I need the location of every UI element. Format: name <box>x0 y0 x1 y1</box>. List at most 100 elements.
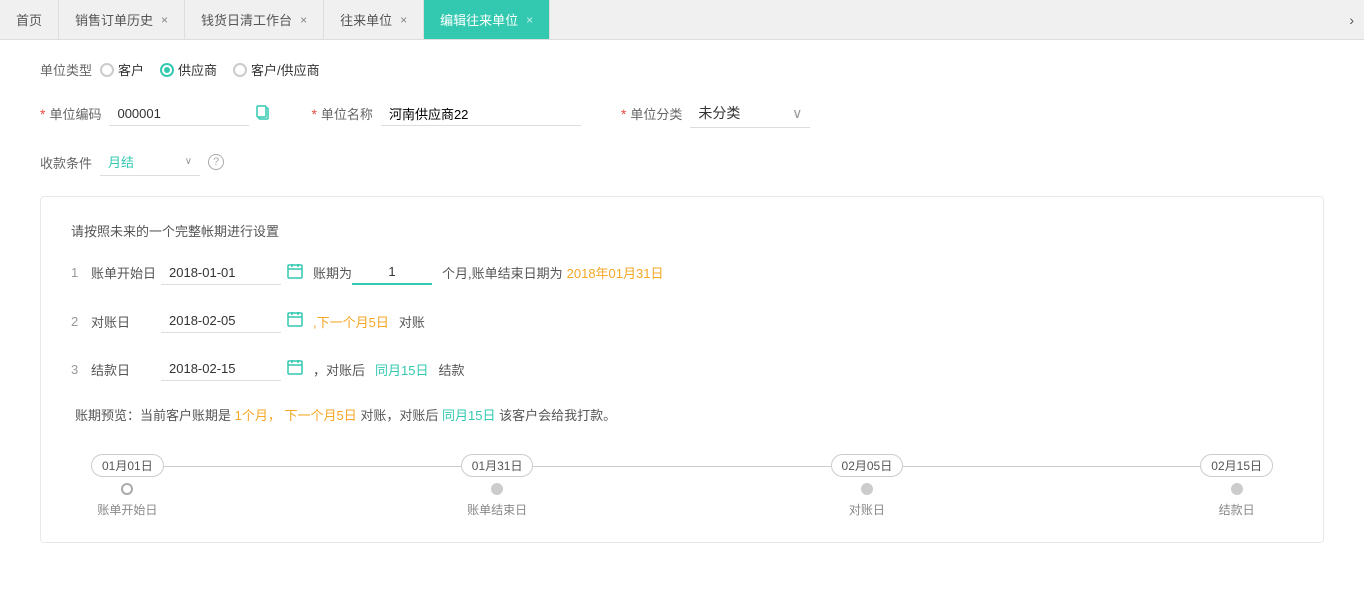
tab-home[interactable]: 首页 <box>0 0 59 39</box>
category-dropdown-icon: ∨ <box>792 105 802 122</box>
unit-code-label: 单位编码 <box>49 104 101 123</box>
tab-counterparty-close-icon[interactable]: × <box>400 13 407 27</box>
tab-sales-history[interactable]: 销售订单历史 × <box>59 0 185 39</box>
period-row-2: 2 对账日 ,下一个月5日 对账 <box>71 309 1293 333</box>
tab-bar: 首页 销售订单历史 × 钱货日清工作台 × 往来单位 × 编辑往来单位 × › <box>0 0 1364 40</box>
period-row-3-middle-orange: 同月15日 <box>375 360 428 379</box>
radio-supplier-circle <box>160 63 174 77</box>
unit-type-radio-group: 客户 供应商 客户/供应商 <box>100 60 320 79</box>
timeline-node-1-badge: 01月31日 <box>461 454 534 477</box>
timeline-node-0-badge: 01月01日 <box>91 454 164 477</box>
radio-customer[interactable]: 客户 <box>100 60 144 79</box>
account-start-date-input[interactable] <box>161 261 281 285</box>
period-row-3: 3 结款日 ，对账后 同月15日 结款 <box>71 357 1293 381</box>
unit-name-input[interactable] <box>381 102 581 126</box>
tab-counterparty-label: 往来单位 <box>340 10 392 29</box>
period-row-2-middle: ,下一个月5日 <box>313 312 389 331</box>
unit-name-required: * <box>311 106 316 122</box>
period-row-2-num: 2 <box>71 314 91 329</box>
copy-icon[interactable] <box>255 104 271 123</box>
period-box-title: 请按照未来的一个完整帐期进行设置 <box>71 221 1293 240</box>
timeline-node-3-dot <box>1231 483 1243 495</box>
tab-cash-work[interactable]: 钱货日清工作台 × <box>185 0 324 39</box>
unit-category-value: 未分类 <box>698 103 740 123</box>
unit-info-row: * 单位编码 * 单位名称 * 单位分类 未分类 ∨ <box>40 99 1324 128</box>
payment-date-input[interactable] <box>161 357 281 381</box>
tab-counterparty[interactable]: 往来单位 × <box>324 0 424 39</box>
unit-type-row: 单位类型 客户 供应商 客户/供应商 <box>40 60 1324 79</box>
timeline: 01月01日 账单开始日 01月31日 账单结束日 02月05日 对账日 02月… <box>71 454 1293 518</box>
preview-part1: 1个月， <box>235 408 281 423</box>
tab-sales-history-close-icon[interactable]: × <box>161 13 168 27</box>
unit-code-group: * 单位编码 <box>40 102 271 126</box>
period-row-1-num: 1 <box>71 265 91 280</box>
payment-terms-value: 月结 <box>108 152 134 171</box>
timeline-node-1-dot <box>491 483 503 495</box>
period-row-1-label: 账单开始日 <box>91 263 161 282</box>
reconciliation-date-input[interactable] <box>161 309 281 333</box>
tab-cash-work-close-icon[interactable]: × <box>300 13 307 27</box>
tab-cash-work-label: 钱货日清工作台 <box>201 10 292 29</box>
period-row-1-suffix-label: 账期为 <box>313 263 352 282</box>
payment-terms-select[interactable]: 月结 ∨ <box>100 148 200 176</box>
period-row-1-end-date: 2018年01月31日 <box>567 263 664 282</box>
period-row-1: 1 账单开始日 账期为 个月,账单结束日期为 2018年01月31日 <box>71 260 1293 285</box>
timeline-node-0-label: 账单开始日 <box>97 501 157 518</box>
main-content: 单位类型 客户 供应商 客户/供应商 * 单位编码 <box>0 40 1364 608</box>
timeline-node-1: 01月31日 账单结束日 <box>461 454 534 518</box>
payment-terms-label: 收款条件 <box>40 153 92 172</box>
tab-home-label: 首页 <box>16 10 42 29</box>
tab-more-button[interactable]: › <box>1339 0 1364 39</box>
preview-label: 账期预览：当前客户账期是 <box>75 408 231 423</box>
period-row-2-label: 对账日 <box>91 312 161 331</box>
preview-text: 账期预览：当前客户账期是 1个月， 下一个月5日 对账，对账后 同月15日 该客… <box>71 405 1293 424</box>
period-box: 请按照未来的一个完整帐期进行设置 1 账单开始日 账期为 个月,账单结束日期为 … <box>40 196 1324 543</box>
radio-supplier-label: 供应商 <box>178 60 217 79</box>
radio-both-circle <box>233 63 247 77</box>
tab-sales-history-label: 销售订单历史 <box>75 10 153 29</box>
payment-terms-row: 收款条件 月结 ∨ ? <box>40 148 1324 176</box>
radio-both-label: 客户/供应商 <box>251 60 320 79</box>
tab-edit-counterparty-label: 编辑往来单位 <box>440 10 518 29</box>
timeline-node-1-label: 账单结束日 <box>467 501 527 518</box>
radio-both[interactable]: 客户/供应商 <box>233 60 320 79</box>
timeline-node-3-label: 结款日 <box>1219 501 1255 518</box>
period-row-1-month-unit: 个月,账单结束日期为 <box>442 263 563 282</box>
tab-edit-counterparty[interactable]: 编辑往来单位 × <box>424 0 550 39</box>
unit-category-select[interactable]: 未分类 ∨ <box>690 99 810 128</box>
timeline-node-2-dot <box>861 483 873 495</box>
timeline-node-2-label: 对账日 <box>849 501 885 518</box>
preview-part3: 对账，对账后 <box>360 408 438 423</box>
timeline-node-0: 01月01日 账单开始日 <box>91 454 164 518</box>
tab-edit-counterparty-close-icon[interactable]: × <box>526 13 533 27</box>
account-start-date-calendar-icon[interactable] <box>287 263 303 283</box>
unit-category-group: * 单位分类 未分类 ∨ <box>621 99 810 128</box>
payment-date-calendar-icon[interactable] <box>287 359 303 379</box>
unit-name-label: 单位名称 <box>321 104 373 123</box>
reconciliation-date-calendar-icon[interactable] <box>287 311 303 331</box>
period-row-3-middle-prefix: ，对账后 <box>313 360 365 379</box>
radio-customer-label: 客户 <box>118 60 144 79</box>
radio-supplier[interactable]: 供应商 <box>160 60 217 79</box>
tab-more-icon: › <box>1349 12 1354 28</box>
timeline-node-2-badge: 02月05日 <box>831 454 904 477</box>
unit-code-required: * <box>40 106 45 122</box>
unit-category-label: 单位分类 <box>630 104 682 123</box>
period-row-3-num: 3 <box>71 362 91 377</box>
timeline-node-0-dot <box>121 483 133 495</box>
timeline-nodes: 01月01日 账单开始日 01月31日 账单结束日 02月05日 对账日 02月… <box>91 454 1273 518</box>
unit-type-label: 单位类型 <box>40 60 92 79</box>
payment-terms-dropdown-icon: ∨ <box>185 156 192 167</box>
period-row-3-middle-suffix: 结款 <box>438 360 464 379</box>
unit-category-required: * <box>621 106 626 122</box>
timeline-node-3: 02月15日 结款日 <box>1200 454 1273 518</box>
month-input[interactable] <box>352 260 432 285</box>
period-row-3-label: 结款日 <box>91 360 161 379</box>
unit-code-input[interactable] <box>109 102 249 126</box>
preview-part4: 同月15日 <box>442 408 495 423</box>
preview-part5: 该客户会给我打款。 <box>499 408 616 423</box>
timeline-node-2: 02月05日 对账日 <box>831 454 904 518</box>
unit-name-group: * 单位名称 <box>311 102 580 126</box>
help-icon[interactable]: ? <box>208 154 224 170</box>
preview-part2: 下一个月5日 <box>285 408 357 423</box>
